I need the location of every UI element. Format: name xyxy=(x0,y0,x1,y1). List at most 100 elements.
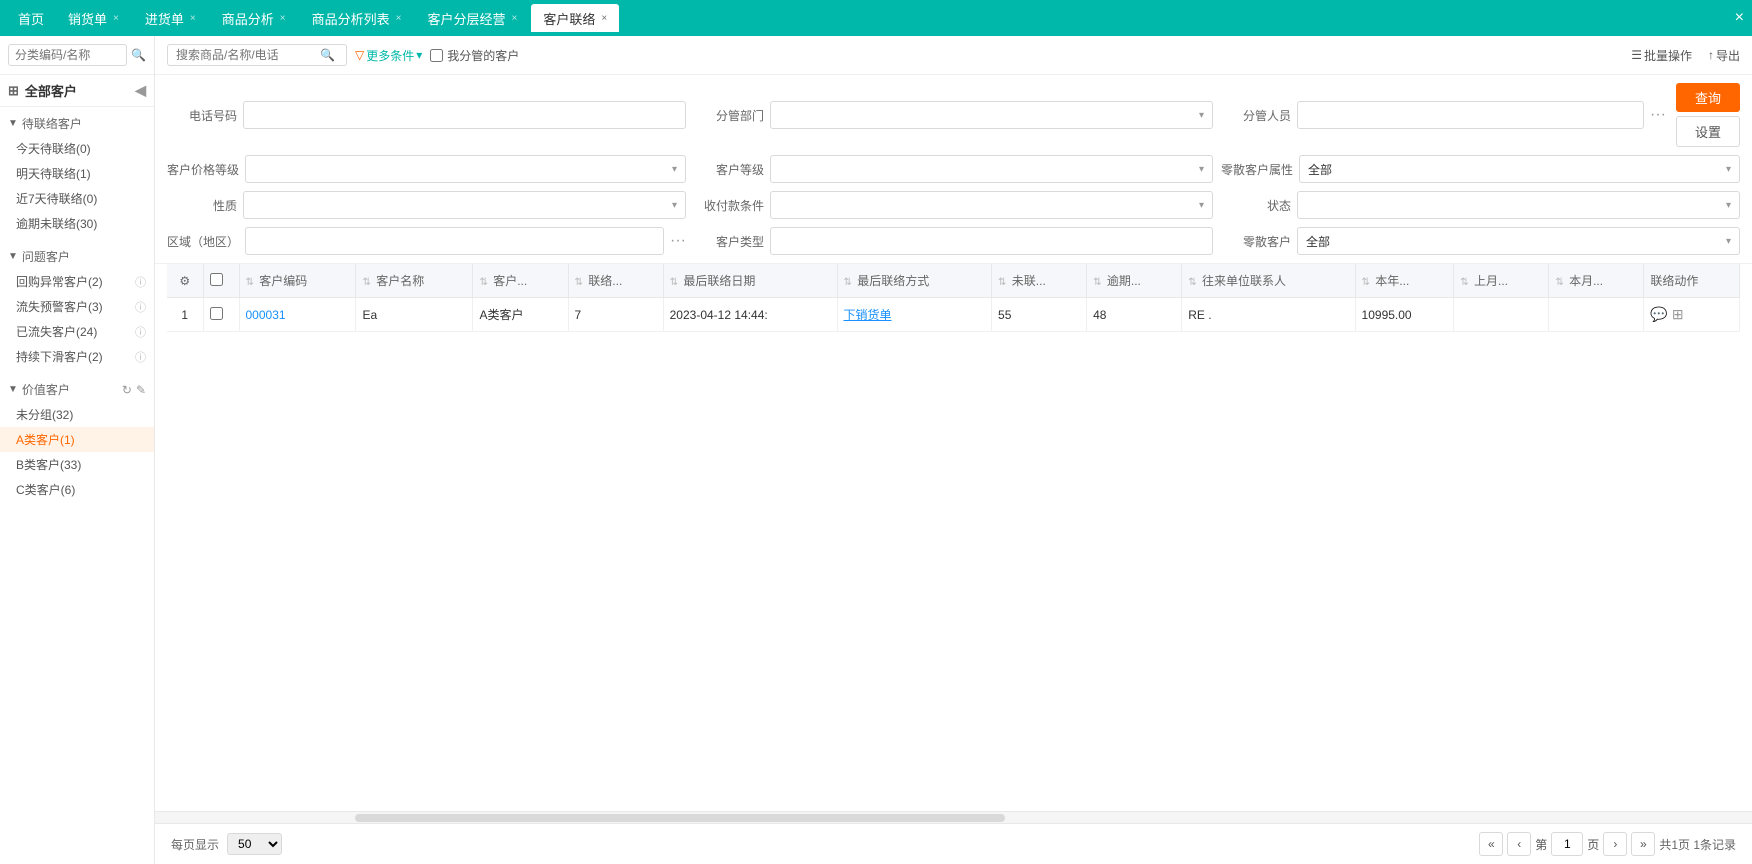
gear-icon[interactable]: ⚙ xyxy=(179,274,190,288)
contact-icon[interactable]: 💬 xyxy=(1650,306,1667,323)
more-filter-button[interactable]: ▽ 更多条件 ▾ xyxy=(355,47,422,64)
th-contacts[interactable]: ⇅ 往来单位联系人 xyxy=(1182,264,1355,298)
nav-tab-analysis[interactable]: 商品分析 × xyxy=(210,4,298,32)
row-checkbox[interactable] xyxy=(210,307,223,320)
sidebar-collapse-button[interactable]: ◀ xyxy=(135,82,146,99)
sidebar-search-area: 🔍 xyxy=(0,36,154,75)
filter-retail-select[interactable]: 全部 ▾ xyxy=(1297,227,1740,255)
my-customer-checkbox[interactable] xyxy=(430,49,443,62)
close-tab-analysis[interactable]: × xyxy=(280,13,286,24)
sort-icon-no-contact: ⇅ xyxy=(998,277,1006,288)
page-size-select[interactable]: 10 20 50 100 xyxy=(227,833,282,855)
cell-no-contact: 55 xyxy=(992,298,1087,332)
prev-page-button[interactable]: ‹ xyxy=(1507,832,1531,856)
th-this-year[interactable]: ⇅ 本年... xyxy=(1355,264,1454,298)
sidebar-problem-customer-title[interactable]: ▼ 问题客户 xyxy=(0,244,154,269)
th-code[interactable]: ⇅ 客户编码 xyxy=(239,264,356,298)
sidebar-value-customer-section: ▼ 价值客户 ↻ ✎ 未分组(32) A类客户(1) B类客户(33) C类客户… xyxy=(0,373,154,506)
nav-home[interactable]: 首页 xyxy=(8,9,54,28)
filter-price-level-label: 客户价格等级 xyxy=(167,161,239,178)
nav-tab-sales[interactable]: 销货单 × xyxy=(56,4,131,32)
edit-icon[interactable]: ✎ xyxy=(136,383,146,397)
sidebar-item-c-class[interactable]: C类客户(6) xyxy=(0,477,154,502)
sidebar-item-declining[interactable]: 持续下滑客户(2) ⓘ xyxy=(0,344,154,369)
cell-overdue: 48 xyxy=(1087,298,1182,332)
th-level[interactable]: ⇅ 客户... xyxy=(473,264,568,298)
sidebar-wait-contact-title[interactable]: ▼ 待联络客户 xyxy=(0,111,154,136)
filter-price-level: 客户价格等级 ▾ xyxy=(167,155,686,183)
filter-phone-label: 电话号码 xyxy=(167,107,237,124)
filter-customer-level-select[interactable]: ▾ xyxy=(770,155,1213,183)
filter-status-label: 状态 xyxy=(1221,197,1291,214)
last-page-button[interactable]: » xyxy=(1631,832,1655,856)
export-button[interactable]: ↑ 导出 xyxy=(1708,47,1740,64)
sidebar-value-customer-title[interactable]: ▼ 价值客户 ↻ ✎ xyxy=(0,377,154,402)
more-region-icon[interactable]: ··· xyxy=(670,233,686,249)
sidebar-item-today-contact[interactable]: 今天待联络(0) xyxy=(0,136,154,161)
sidebar-all-customers[interactable]: ⊞ 全部客户 ◀ xyxy=(0,75,154,107)
th-name[interactable]: ⇅ 客户名称 xyxy=(356,264,473,298)
my-customer-checkbox-area: 我分管的客户 xyxy=(430,47,519,64)
sidebar-item-tomorrow-contact[interactable]: 明天待联络(1) xyxy=(0,161,154,186)
sidebar-item-overdue-contact[interactable]: 逾期未联络(30) xyxy=(0,211,154,236)
th-contact-count[interactable]: ⇅ 联络... xyxy=(568,264,663,298)
th-this-month[interactable]: ⇅ 本月... xyxy=(1549,264,1644,298)
nav-tab-customer-contact[interactable]: 客户联络 × xyxy=(531,4,619,32)
sidebar-item-7days-contact[interactable]: 近7天待联络(0) xyxy=(0,186,154,211)
select-all-checkbox[interactable] xyxy=(210,273,223,286)
th-last-method[interactable]: ⇅ 最后联络方式 xyxy=(837,264,992,298)
filter-retail-attr-select[interactable]: 全部 ▾ xyxy=(1299,155,1740,183)
sidebar-item-ungrouped[interactable]: 未分组(32) xyxy=(0,402,154,427)
refresh-icon[interactable]: ↻ xyxy=(122,383,132,397)
first-page-button[interactable]: « xyxy=(1479,832,1503,856)
filter-customer-type-input[interactable] xyxy=(770,227,1213,255)
page-number-input[interactable] xyxy=(1551,832,1583,856)
filter-status-select[interactable]: ▾ xyxy=(1297,191,1740,219)
batch-op-button[interactable]: ☰ 批量操作 xyxy=(1631,47,1692,64)
close-tab-customer-segment[interactable]: × xyxy=(511,13,517,24)
close-tab-analysis-list[interactable]: × xyxy=(396,13,402,24)
global-close-icon[interactable]: × xyxy=(1735,9,1744,27)
sidebar-item-loss-warning[interactable]: 流失预警客户(3) ⓘ xyxy=(0,294,154,319)
qr-icon[interactable]: ⊞ xyxy=(1672,306,1684,323)
next-page-button[interactable]: › xyxy=(1603,832,1627,856)
scrollbar-thumb[interactable] xyxy=(355,814,1005,822)
filter-phone-input[interactable] xyxy=(243,101,686,129)
filter-manager-select[interactable] xyxy=(1297,101,1644,129)
filter-dept-select[interactable]: ▾ xyxy=(770,101,1213,129)
close-tab-purchase[interactable]: × xyxy=(190,13,196,24)
sidebar-search-button[interactable]: 🔍 xyxy=(131,48,146,62)
horizontal-scrollbar[interactable] xyxy=(155,811,1752,823)
sidebar-item-repurchase-abnormal[interactable]: 回购异常客户(2) ⓘ xyxy=(0,269,154,294)
th-last-month[interactable]: ⇅ 上月... xyxy=(1454,264,1549,298)
close-tab-sales[interactable]: × xyxy=(113,13,119,24)
th-overdue[interactable]: ⇅ 逾期... xyxy=(1087,264,1182,298)
sidebar-item-a-class[interactable]: A类客户(1) xyxy=(0,427,154,452)
more-options-icon[interactable]: ··· xyxy=(1650,107,1666,123)
filter-region-select[interactable] xyxy=(245,227,664,255)
query-button[interactable]: 查询 xyxy=(1676,83,1740,112)
nav-tab-purchase[interactable]: 进货单 × xyxy=(133,4,208,32)
filter-nature-select[interactable]: ▾ xyxy=(243,191,686,219)
table-footer: 每页显示 10 20 50 100 « ‹ 第 页 › » 共1页 1条记录 xyxy=(155,823,1752,864)
th-settings[interactable]: ⚙ xyxy=(167,264,203,298)
sidebar-search-input[interactable] xyxy=(8,44,127,66)
filter-price-level-select[interactable]: ▾ xyxy=(245,155,686,183)
cell-code[interactable]: 000031 xyxy=(239,298,356,332)
filter-payment-select[interactable]: ▾ xyxy=(770,191,1213,219)
filter-customer-type-label: 客户类型 xyxy=(694,233,764,250)
settings-button[interactable]: 设置 xyxy=(1676,116,1740,147)
filter-search-input[interactable] xyxy=(176,48,316,62)
last-method-link[interactable]: 下销货单 xyxy=(844,308,892,322)
nav-tab-customer-segment[interactable]: 客户分层经营 × xyxy=(415,4,529,32)
th-no-contact[interactable]: ⇅ 未联... xyxy=(992,264,1087,298)
close-tab-customer-contact[interactable]: × xyxy=(601,13,607,24)
th-last-date[interactable]: ⇅ 最后联络日期 xyxy=(663,264,837,298)
pagination: « ‹ 第 页 › » 共1页 1条记录 xyxy=(1479,832,1736,856)
sidebar-item-b-class[interactable]: B类客户(33) xyxy=(0,452,154,477)
nav-tab-analysis-list[interactable]: 商品分析列表 × xyxy=(300,4,414,32)
sidebar-item-lost[interactable]: 已流失客户(24) ⓘ xyxy=(0,319,154,344)
info-icon-lost: ⓘ xyxy=(135,324,146,340)
filter-search-icon[interactable]: 🔍 xyxy=(320,48,335,62)
cell-last-method[interactable]: 下销货单 xyxy=(837,298,992,332)
